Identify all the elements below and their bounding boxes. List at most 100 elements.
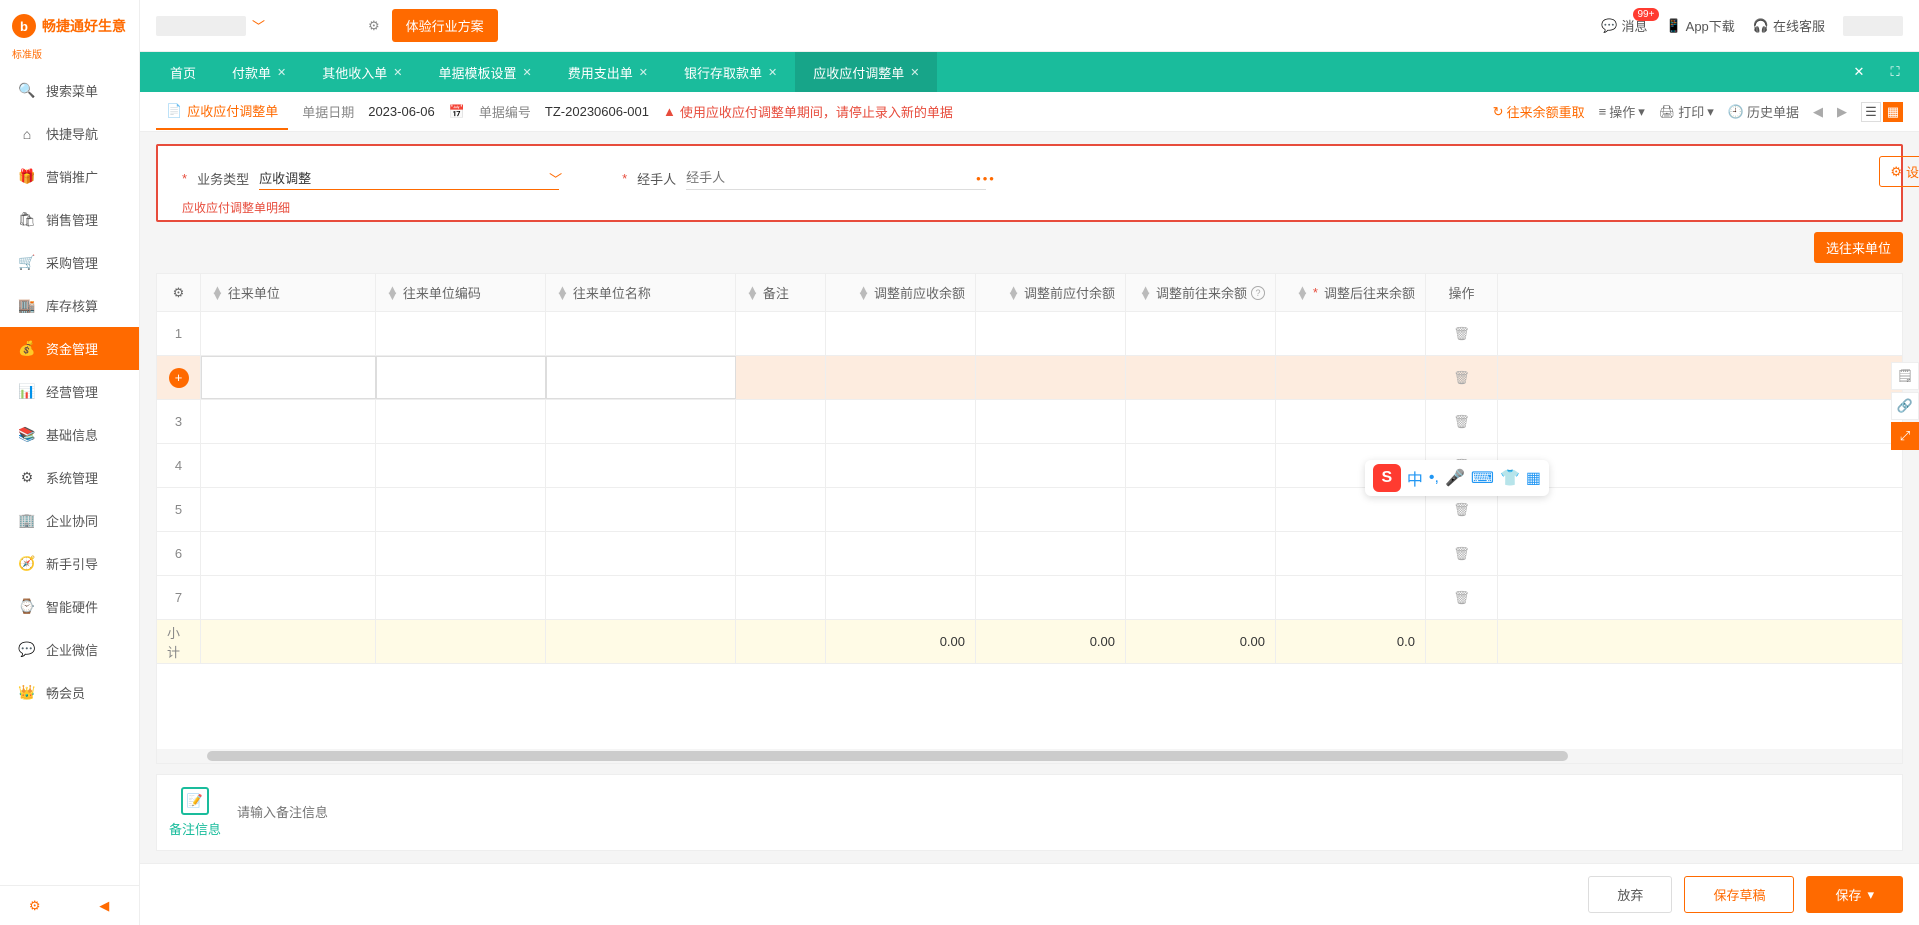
handler-input[interactable] bbox=[686, 166, 986, 190]
avatar[interactable] bbox=[1843, 16, 1903, 36]
col-before-balance[interactable]: ▲▼调整前往来余额? bbox=[1126, 274, 1276, 311]
print-button[interactable]: 🖨打印▾ bbox=[1659, 102, 1714, 121]
doc-type-tab[interactable]: 📄 应收应付调整单 bbox=[156, 93, 288, 130]
ime-punct-icon[interactable]: •, bbox=[1429, 469, 1439, 487]
ime-lang[interactable]: 中 bbox=[1407, 466, 1423, 490]
col-unit[interactable]: ▲▼往来单位 bbox=[201, 274, 376, 311]
table-row[interactable]: 7🗑 bbox=[157, 576, 1902, 620]
info-icon[interactable]: ? bbox=[1251, 286, 1265, 300]
date-value[interactable]: 2023-06-06 bbox=[368, 104, 435, 119]
cell-unit[interactable] bbox=[201, 356, 376, 399]
next-icon[interactable]: ▶ bbox=[1837, 104, 1847, 120]
cell-name[interactable] bbox=[546, 444, 736, 487]
cell-n1[interactable] bbox=[826, 576, 976, 619]
rail-attach-icon[interactable]: 🔗 bbox=[1891, 392, 1919, 420]
cell-n3[interactable] bbox=[1126, 488, 1276, 531]
select-unit-button[interactable]: 选往来单位 bbox=[1814, 232, 1903, 263]
cell-n3[interactable] bbox=[1126, 400, 1276, 443]
cell-n3[interactable] bbox=[1126, 312, 1276, 355]
cell-remark[interactable] bbox=[736, 576, 826, 619]
sidebar-item[interactable]: 👑畅会员 bbox=[0, 671, 139, 714]
cell-n4[interactable] bbox=[1276, 356, 1426, 399]
org-selector[interactable]: ﹀ bbox=[156, 16, 356, 36]
sidebar-item[interactable]: 💬企业微信 bbox=[0, 628, 139, 671]
table-row[interactable]: 4🗑 bbox=[157, 444, 1902, 488]
close-icon[interactable]: ✕ bbox=[523, 66, 532, 79]
ime-widget[interactable]: S 中 •, 🎤 ⌨ 👕 ▦ bbox=[1365, 460, 1549, 496]
operate-button[interactable]: ≡操作▾ bbox=[1599, 102, 1645, 121]
trash-icon[interactable]: 🗑 bbox=[1453, 370, 1470, 386]
cell-unit[interactable] bbox=[201, 312, 376, 355]
ime-mic-icon[interactable]: 🎤 bbox=[1445, 468, 1465, 488]
cell-n1[interactable] bbox=[826, 312, 976, 355]
cell-name[interactable] bbox=[546, 576, 736, 619]
cell-unit[interactable] bbox=[201, 532, 376, 575]
cell-n3[interactable] bbox=[1126, 356, 1276, 399]
chevron-down-icon[interactable]: ﹀ bbox=[549, 169, 562, 188]
tab[interactable]: 付款单✕ bbox=[214, 52, 304, 92]
cell-n1[interactable] bbox=[826, 400, 976, 443]
remark-input[interactable] bbox=[237, 805, 1890, 820]
cell-remark[interactable] bbox=[736, 312, 826, 355]
close-icon[interactable]: ✕ bbox=[768, 66, 777, 79]
cell-n4[interactable] bbox=[1276, 532, 1426, 575]
column-settings-icon[interactable]: ⚙ bbox=[157, 274, 201, 311]
trash-icon[interactable]: 🗑 bbox=[1453, 502, 1470, 518]
cell-n2[interactable] bbox=[976, 532, 1126, 575]
settings-button[interactable]: ⚙设置 bbox=[1879, 156, 1919, 187]
cell-n4[interactable] bbox=[1276, 400, 1426, 443]
more-icon[interactable]: ••• bbox=[976, 171, 996, 186]
trial-button[interactable]: 体验行业方案 bbox=[392, 9, 498, 42]
cell-remark[interactable] bbox=[736, 356, 826, 399]
cell-code[interactable] bbox=[376, 488, 546, 531]
biz-type-input[interactable] bbox=[259, 166, 559, 190]
sidebar-item[interactable]: 🎁营销推广 bbox=[0, 155, 139, 198]
cell-n1[interactable] bbox=[826, 532, 976, 575]
tab[interactable]: 费用支出单✕ bbox=[550, 52, 666, 92]
col-name[interactable]: ▲▼往来单位名称 bbox=[546, 274, 736, 311]
cell-n3[interactable] bbox=[1126, 576, 1276, 619]
gear-icon[interactable]: ⚙ bbox=[368, 18, 380, 34]
cell-n4[interactable] bbox=[1276, 576, 1426, 619]
cell-name[interactable] bbox=[546, 488, 736, 531]
table-row[interactable]: +🗑 bbox=[157, 356, 1902, 400]
col-after-balance[interactable]: ▲▼*调整后往来余额 bbox=[1276, 274, 1426, 311]
cell-unit[interactable] bbox=[201, 400, 376, 443]
refetch-balance-button[interactable]: ↻往来余额重取 bbox=[1493, 102, 1585, 121]
cell-unit[interactable] bbox=[201, 488, 376, 531]
cell-remark[interactable] bbox=[736, 400, 826, 443]
cell-n1[interactable] bbox=[826, 356, 976, 399]
trash-icon[interactable]: 🗑 bbox=[1453, 326, 1470, 342]
add-row-icon[interactable]: + bbox=[169, 368, 189, 388]
tab[interactable]: 首页 bbox=[152, 52, 214, 92]
sidebar-item[interactable]: 🧭新手引导 bbox=[0, 542, 139, 585]
support-button[interactable]: 🎧 在线客服 bbox=[1753, 16, 1825, 35]
cell-n3[interactable] bbox=[1126, 444, 1276, 487]
cell-remark[interactable] bbox=[736, 444, 826, 487]
trash-icon[interactable]: 🗑 bbox=[1453, 414, 1470, 430]
tab[interactable]: 银行存取款单✕ bbox=[666, 52, 795, 92]
cell-unit[interactable] bbox=[201, 444, 376, 487]
sidebar-item[interactable]: 🔍搜索菜单 bbox=[0, 69, 139, 112]
table-row[interactable]: 5🗑 bbox=[157, 488, 1902, 532]
cell-n2[interactable] bbox=[976, 488, 1126, 531]
sidebar-item[interactable]: 🏢企业协同 bbox=[0, 499, 139, 542]
history-button[interactable]: 🕘历史单据 bbox=[1728, 102, 1799, 121]
sidebar-item[interactable]: ⚙系统管理 bbox=[0, 456, 139, 499]
table-row[interactable]: 1🗑 bbox=[157, 312, 1902, 356]
table-row[interactable]: 6🗑 bbox=[157, 532, 1902, 576]
cell-n1[interactable] bbox=[826, 488, 976, 531]
rail-expand-icon[interactable]: ⤢ bbox=[1891, 422, 1919, 450]
close-icon[interactable]: ✕ bbox=[277, 66, 286, 79]
cell-n1[interactable] bbox=[826, 444, 976, 487]
cell-n2[interactable] bbox=[976, 312, 1126, 355]
close-icon[interactable]: ✕ bbox=[639, 66, 648, 79]
discard-button[interactable]: 放弃 bbox=[1588, 876, 1672, 913]
messages-button[interactable]: 💬 消息 99+ bbox=[1601, 16, 1647, 35]
trash-icon[interactable]: 🗑 bbox=[1453, 546, 1470, 562]
cell-name[interactable] bbox=[546, 532, 736, 575]
view-grid-icon[interactable]: ▦ bbox=[1883, 102, 1903, 122]
close-icon[interactable]: ✕ bbox=[393, 66, 402, 79]
sidebar-settings-icon[interactable]: ⚙ bbox=[0, 886, 70, 925]
tab-close-all-icon[interactable]: ✕ bbox=[1845, 58, 1873, 86]
